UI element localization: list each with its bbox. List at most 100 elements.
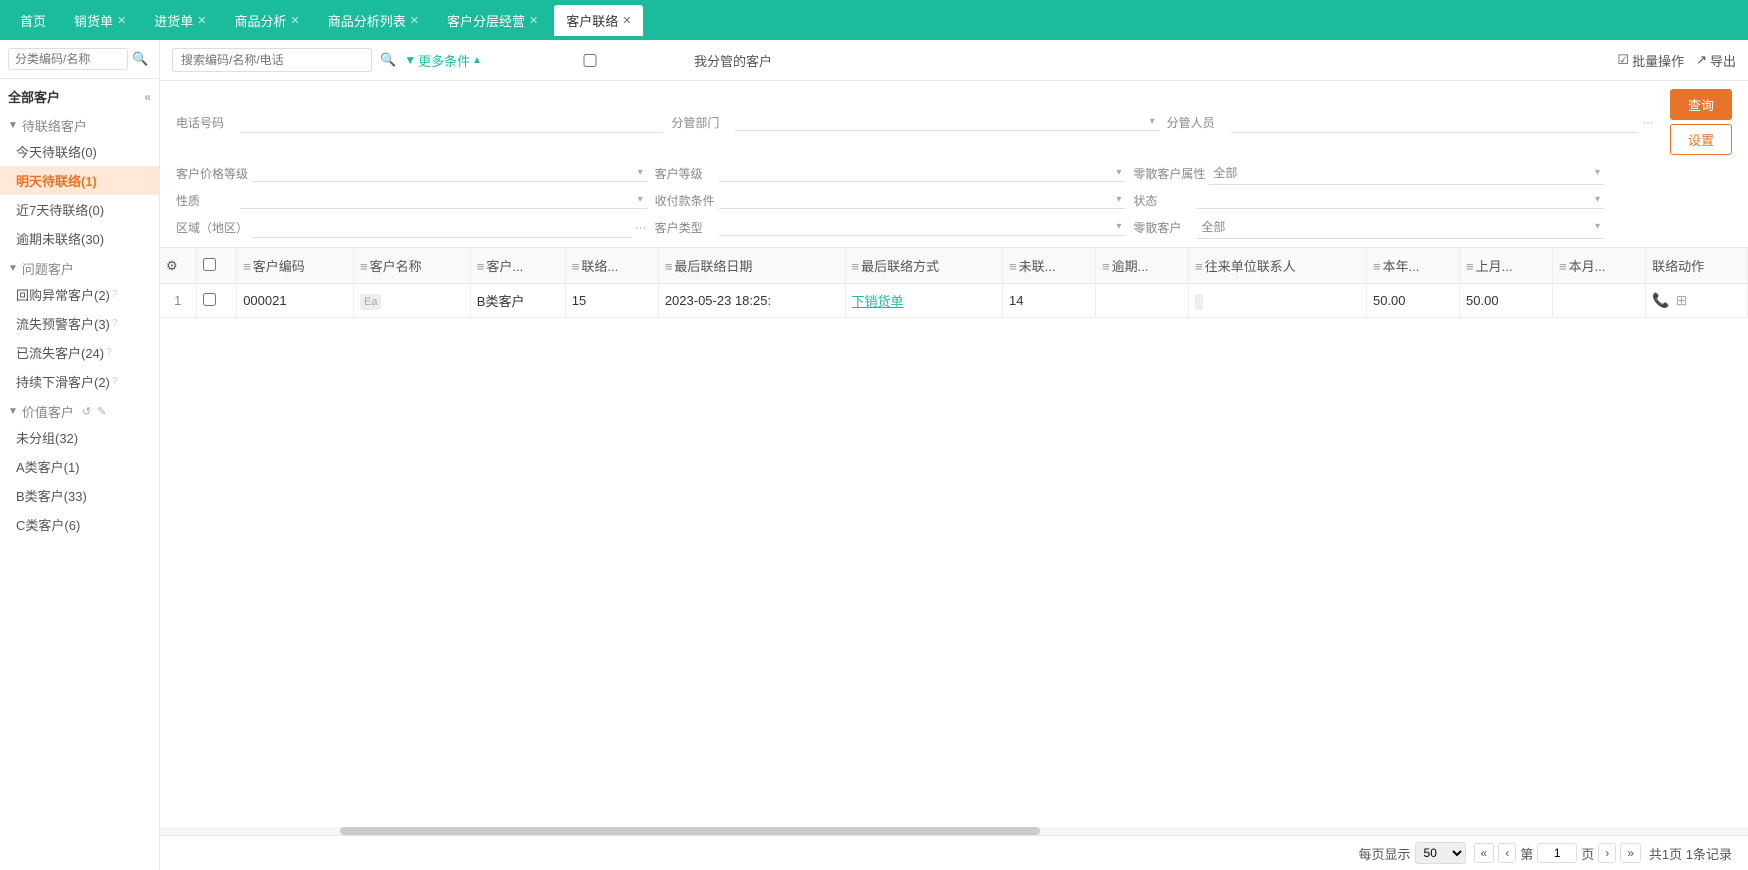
nav-close-icon[interactable]: ✕	[291, 14, 300, 27]
scrollbar-thumb[interactable]	[340, 827, 1040, 835]
filter-search-icon[interactable]: 🔍	[380, 52, 396, 68]
payment-terms-select[interactable]: ▾	[719, 191, 1126, 209]
data-table-container: ⚙ ≡客户编码 ≡客户名称 ≡客户... ≡联络... ≡最后联络日期 ≡最后联…	[160, 248, 1748, 827]
nav-purchase-order[interactable]: 进货单 ✕	[142, 5, 218, 36]
col-name[interactable]: ≡客户名称	[354, 248, 471, 284]
value-customer-group-label: ▼ 价值客户 ↺ ✎	[0, 396, 159, 423]
search-input[interactable]	[172, 48, 372, 72]
col-last-contact-date[interactable]: ≡最后联络日期	[658, 248, 845, 284]
sidebar-item-class-c[interactable]: C类客户(6)	[0, 510, 159, 539]
customer-level-select[interactable]: ▾	[719, 164, 1126, 182]
sidebar-item-repurchase-abnormal[interactable]: 回购异常客户(2) ?	[0, 280, 159, 309]
person-input[interactable]	[1231, 112, 1638, 133]
settings-button[interactable]: 设置	[1670, 124, 1732, 155]
chevron-down-icon: ▾	[638, 167, 643, 178]
select-all-checkbox[interactable]	[203, 258, 216, 271]
more-icon[interactable]: ···	[635, 220, 647, 234]
col-actions: 联络动作	[1646, 248, 1748, 284]
category-search-input[interactable]	[8, 48, 128, 70]
checkbox-icon: ☑	[1617, 52, 1629, 68]
sidebar-item-unclassified[interactable]: 未分组(32)	[0, 423, 159, 452]
sidebar-item-declining[interactable]: 持续下滑客户(2) ?	[0, 367, 159, 396]
query-button[interactable]: 查询	[1670, 89, 1732, 120]
retail-customer-select[interactable]: 全部 ▾	[1197, 215, 1604, 239]
pagination-bar: 每页显示 50 100 200 « ‹ 第 页 › » 共1页 1条记录	[160, 835, 1748, 870]
last-page-btn[interactable]: »	[1620, 843, 1641, 863]
price-level-select[interactable]: ▾	[252, 164, 647, 182]
phone-action-icon[interactable]: 📞	[1652, 292, 1669, 309]
phone-input[interactable]	[240, 112, 663, 133]
help-icon[interactable]: ?	[112, 376, 118, 387]
prev-page-btn[interactable]: ‹	[1498, 843, 1516, 863]
sidebar-item-overdue[interactable]: 逾期未联络(30)	[0, 224, 159, 253]
nav-product-analysis[interactable]: 商品分析 ✕	[222, 5, 311, 36]
horizontal-scrollbar[interactable]	[160, 827, 1748, 835]
sidebar-item-class-b[interactable]: B类客户(33)	[0, 481, 159, 510]
export-btn[interactable]: ↗ 导出	[1696, 51, 1736, 70]
col-overdue[interactable]: ≡逾期...	[1096, 248, 1189, 284]
col-contacts[interactable]: ≡联络...	[565, 248, 658, 284]
customer-type-select[interactable]: ▾	[719, 218, 1126, 236]
help-icon[interactable]: ?	[112, 318, 118, 329]
chevron-down-icon: ▾	[1595, 167, 1600, 178]
retail-attr-select[interactable]: 全部 ▾	[1209, 161, 1604, 185]
table-row: 1 000021 Ea B类客户 15 2023-05-23 18:25: 下销…	[160, 284, 1748, 318]
col-last-month[interactable]: ≡上月...	[1460, 248, 1553, 284]
adv-retail-customer-field: 零散客户 全部 ▾	[1133, 215, 1604, 239]
sidebar-item-churn-warning[interactable]: 流失预警客户(3) ?	[0, 309, 159, 338]
nav-customer-contact[interactable]: 客户联络 ✕	[554, 5, 643, 36]
col-this-month[interactable]: ≡本月...	[1553, 248, 1646, 284]
nav-close-icon[interactable]: ✕	[117, 14, 126, 27]
value-edit-icon[interactable]: ✎	[97, 405, 106, 418]
my-customers-checkbox[interactable]: 我分管的客户	[490, 51, 772, 70]
region-input[interactable]	[252, 217, 631, 238]
col-not-contacted[interactable]: ≡未联...	[1003, 248, 1096, 284]
more-conditions-btn[interactable]: ▼ 更多条件 ▲	[404, 51, 482, 70]
col-last-contact-method[interactable]: ≡最后联络方式	[845, 248, 1003, 284]
my-customers-check[interactable]	[490, 54, 690, 67]
more-icon[interactable]: ···	[1642, 115, 1654, 129]
dept-select[interactable]: ▾	[735, 113, 1158, 131]
customer-code: 000021	[237, 284, 354, 318]
top-navigation: 首页 销货单 ✕ 进货单 ✕ 商品分析 ✕ 商品分析列表 ✕ 客户分层经营 ✕ …	[0, 0, 1748, 40]
collapse-icon[interactable]: «	[144, 90, 151, 104]
col-settings[interactable]: ⚙	[160, 248, 196, 284]
nav-close-icon[interactable]: ✕	[410, 14, 419, 27]
nav-close-icon[interactable]: ✕	[197, 14, 206, 27]
sidebar-item-churned[interactable]: 已流失客户(24) ?	[0, 338, 159, 367]
help-icon[interactable]: ?	[106, 347, 112, 358]
nav-product-analysis-list[interactable]: 商品分析列表 ✕	[316, 5, 431, 36]
nature-select[interactable]: ▾	[240, 191, 647, 209]
nav-close-active-icon[interactable]: ✕	[622, 14, 631, 27]
value-refresh-icon[interactable]: ↺	[82, 405, 91, 418]
status-select[interactable]: ▾	[1197, 191, 1604, 209]
col-unit-contacts[interactable]: ≡往来单位联系人	[1189, 248, 1367, 284]
export-icon: ↗	[1696, 52, 1707, 68]
nav-customer-tier[interactable]: 客户分层经营 ✕	[435, 5, 550, 36]
nav-sales-order[interactable]: 销货单 ✕	[62, 5, 138, 36]
col-code[interactable]: ≡客户编码	[237, 248, 354, 284]
col-type[interactable]: ≡客户...	[470, 248, 565, 284]
row-select-checkbox[interactable]	[203, 293, 216, 306]
batch-ops-btn[interactable]: ☑ 批量操作	[1617, 51, 1684, 70]
help-icon[interactable]: ?	[112, 289, 118, 300]
sidebar-item-tomorrow[interactable]: 明天待联络(1)	[0, 166, 159, 195]
sidebar-item-7days[interactable]: 近7天待联络(0)	[0, 195, 159, 224]
chevron-down-icon: ▾	[1595, 194, 1600, 205]
unit-contacts	[1189, 284, 1367, 318]
chevron-down-icon: ▾	[1150, 116, 1155, 127]
content-area: 🔍 ▼ 更多条件 ▲ 我分管的客户 ☑ 批量操作 ↗ 导出	[160, 40, 1748, 870]
page-size-select[interactable]: 50 100 200	[1415, 842, 1466, 864]
all-customers-header[interactable]: 全部客户 «	[0, 79, 159, 110]
col-this-year[interactable]: ≡本年...	[1366, 248, 1459, 284]
sidebar-item-class-a[interactable]: A类客户(1)	[0, 452, 159, 481]
sidebar-search-icon[interactable]: 🔍	[132, 51, 148, 67]
row-checkbox	[196, 284, 237, 318]
nav-close-icon[interactable]: ✕	[529, 14, 538, 27]
first-page-btn[interactable]: «	[1474, 843, 1495, 863]
nav-home[interactable]: 首页	[8, 5, 58, 36]
next-page-btn[interactable]: ›	[1598, 843, 1616, 863]
sidebar-item-today[interactable]: 今天待联络(0)	[0, 137, 159, 166]
page-number-input[interactable]	[1537, 843, 1577, 863]
grid-action-icon[interactable]: ⊞	[1676, 292, 1688, 309]
